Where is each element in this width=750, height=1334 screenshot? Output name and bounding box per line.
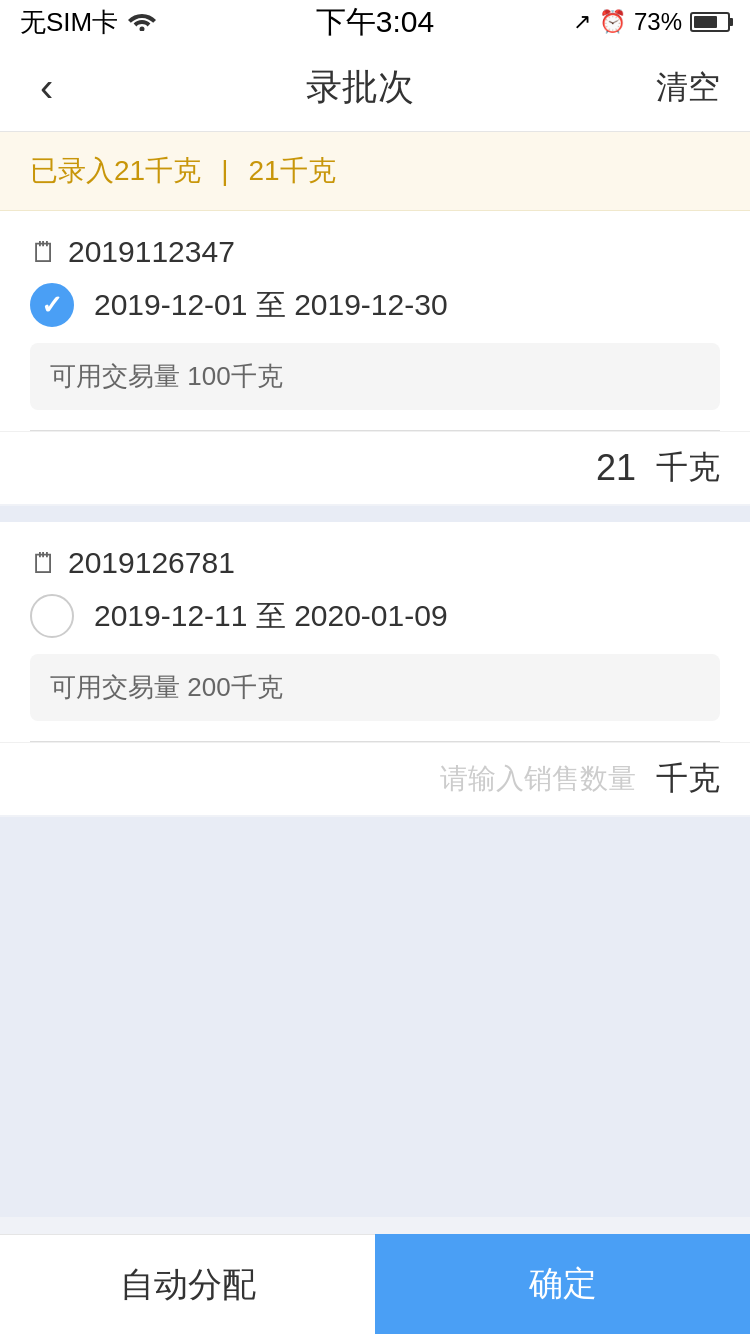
status-right: ↗ ⏰ 73% xyxy=(573,8,730,36)
batch-2-date-row[interactable]: 2019-12-11 至 2020-01-09 xyxy=(0,588,750,644)
batch-2-quantity-placeholder: 请输入销售数量 xyxy=(30,760,636,798)
batch-card-2: 🗒 2019126781 2019-12-11 至 2020-01-09 可用交… xyxy=(0,522,750,815)
svg-point-0 xyxy=(140,26,145,31)
batch-1-date: 2019-12-01 至 2019-12-30 xyxy=(94,285,448,326)
batch-1-available: 可用交易量 100千克 xyxy=(30,343,720,410)
location-icon: ↗ xyxy=(573,9,591,35)
footer: 自动分配 确定 xyxy=(0,1234,750,1334)
batch-2-unit: 千克 xyxy=(656,757,720,801)
status-left: 无SIM卡 xyxy=(20,5,156,40)
batch-1-date-row[interactable]: 2019-12-01 至 2019-12-30 xyxy=(0,277,750,333)
batch-2-id: 2019126781 xyxy=(68,546,235,580)
battery-percent: 73% xyxy=(634,8,682,36)
batch-1-id-icon: 🗒 xyxy=(30,236,58,269)
status-time: 下午3:04 xyxy=(316,2,434,43)
back-button[interactable]: ‹ xyxy=(30,55,63,120)
carrier-text: 无SIM卡 xyxy=(20,5,118,40)
batch-1-id: 2019112347 xyxy=(68,235,235,269)
batch-2-header: 🗒 2019126781 xyxy=(0,522,750,588)
batch-2-radio[interactable] xyxy=(30,594,74,638)
batch-2-date: 2019-12-11 至 2020-01-09 xyxy=(94,596,448,637)
card-divider-1 xyxy=(0,506,750,522)
summary-label: 已录入21千克 xyxy=(30,152,201,190)
batch-2-id-icon: 🗒 xyxy=(30,547,58,580)
alarm-icon: ⏰ xyxy=(599,9,626,35)
nav-bar: ‹ 录批次 清空 xyxy=(0,44,750,132)
battery-icon xyxy=(690,12,730,32)
batch-1-radio[interactable] xyxy=(30,283,74,327)
batch-1-quantity-input[interactable] xyxy=(516,447,636,489)
batch-2-quantity-row: 请输入销售数量 千克 xyxy=(0,742,750,815)
batch-card-1: 🗒 2019112347 2019-12-01 至 2019-12-30 可用交… xyxy=(0,211,750,504)
summary-value: 21千克 xyxy=(248,152,335,190)
status-bar: 无SIM卡 下午3:04 ↗ ⏰ 73% xyxy=(0,0,750,44)
confirm-button[interactable]: 确定 xyxy=(375,1234,750,1334)
auto-distribute-button[interactable]: 自动分配 xyxy=(0,1234,375,1334)
page-title: 录批次 xyxy=(306,63,414,112)
batch-1-unit: 千克 xyxy=(656,446,720,490)
batch-2-available: 可用交易量 200千克 xyxy=(30,654,720,721)
wifi-icon xyxy=(128,7,156,38)
batch-1-quantity-row: 千克 xyxy=(0,431,750,504)
batch-1-header: 🗒 2019112347 xyxy=(0,211,750,277)
summary-bar: 已录入21千克 | 21千克 xyxy=(0,132,750,211)
summary-divider: | xyxy=(221,155,228,187)
bottom-area xyxy=(0,817,750,1217)
clear-button[interactable]: 清空 xyxy=(656,66,720,110)
